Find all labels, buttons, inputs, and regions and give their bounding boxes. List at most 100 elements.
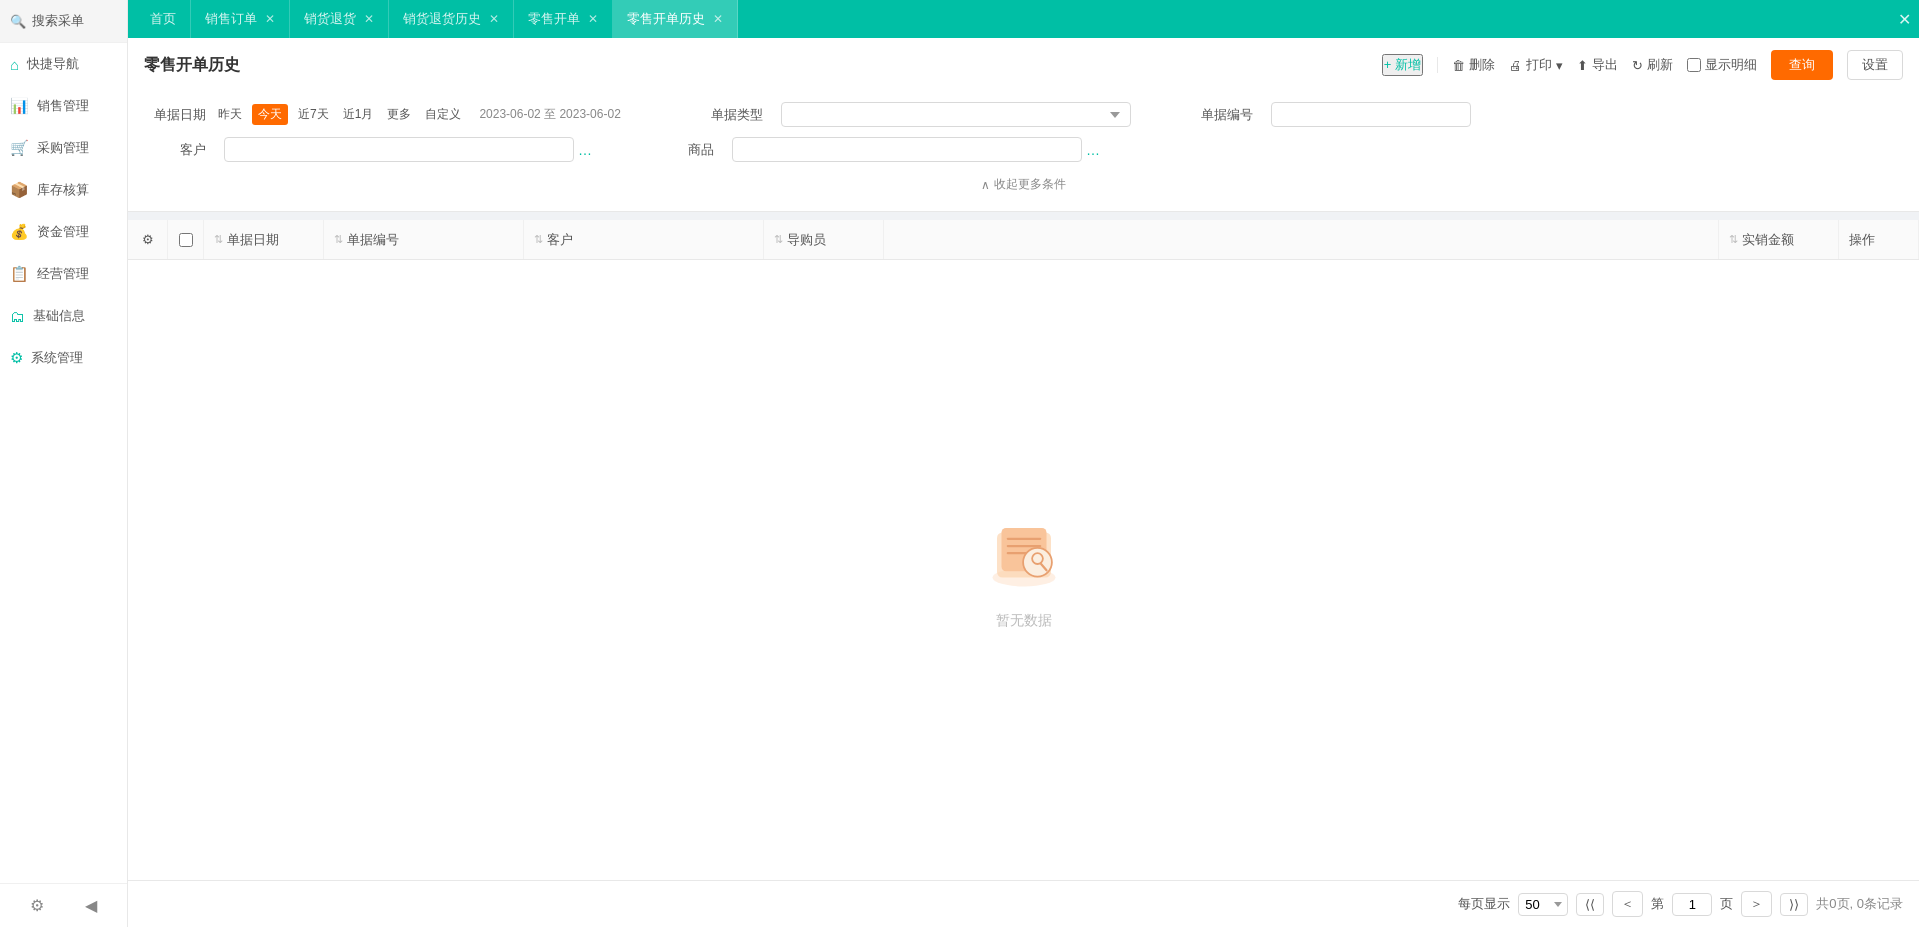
date-options: 昨天 今天 近7天 近1月 更多 自定义 2023-06-02 至 2023-0… (214, 104, 621, 125)
display-button-label: 显示明细 (1705, 56, 1757, 74)
delete-button-label: 删除 (1469, 56, 1495, 74)
tab-retail-history[interactable]: 零售开单历史 ✕ (613, 0, 738, 38)
page-title-row: 零售开单历史 + 新增 🗑 删除 🖨 打印 ▾ (144, 50, 1903, 80)
sidebar-bottom: ⚙ ◀ (0, 883, 127, 927)
th-checkbox[interactable] (168, 220, 204, 259)
sidebar-item-inventory-label: 库存核算 (37, 181, 89, 199)
type-select[interactable] (781, 102, 1131, 127)
no-input[interactable] (1271, 102, 1471, 127)
settings-col-icon: ⚙ (142, 232, 154, 247)
tab-retail-order-label: 零售开单 (528, 10, 580, 28)
no-label: 单据编号 (1191, 106, 1261, 124)
sidebar-search[interactable]: 🔍 搜索采单 (0, 0, 127, 43)
sidebar-item-inventory[interactable]: 📦 库存核算 (0, 169, 127, 211)
collapse-icon[interactable]: ◀ (85, 896, 97, 915)
sidebar-item-system[interactable]: ⚙ 系统管理 (0, 337, 127, 379)
select-all-checkbox[interactable] (179, 233, 193, 247)
collapse-bar[interactable]: ∧ 收起更多条件 (144, 172, 1903, 201)
sidebar-item-home[interactable]: ⌂ 快捷导航 (0, 43, 127, 85)
tab-home-label: 首页 (150, 10, 176, 28)
tab-return-close[interactable]: ✕ (364, 12, 374, 26)
th-date[interactable]: ⇅ 单据日期 (204, 220, 324, 259)
sales-icon: 📊 (10, 97, 29, 115)
empty-state: 暂无数据 (128, 260, 1919, 880)
date-option-more[interactable]: 更多 (383, 104, 415, 125)
sidebar-item-purchase[interactable]: 🛒 采购管理 (0, 127, 127, 169)
set-button-label: 设置 (1862, 57, 1888, 72)
date-option-custom[interactable]: 自定义 (421, 104, 465, 125)
filter-area: 单据日期 昨天 今天 近7天 近1月 更多 自定义 2023-06-02 至 2… (144, 92, 1903, 211)
date-option-1month[interactable]: 近1月 (339, 104, 378, 125)
tab-return-history-label: 销货退货历史 (403, 10, 481, 28)
inventory-icon: 📦 (10, 181, 29, 199)
sidebar-item-management-label: 经营管理 (37, 265, 89, 283)
sidebar-item-management[interactable]: 📋 经营管理 (0, 253, 127, 295)
customer-input[interactable] (224, 137, 574, 162)
display-checkbox[interactable] (1687, 58, 1701, 72)
last-page-button[interactable]: ⟩⟩ (1780, 893, 1808, 916)
sidebar-item-finance-label: 资金管理 (37, 223, 89, 241)
no-sort-icon: ⇅ (334, 233, 343, 246)
date-option-7days[interactable]: 近7天 (294, 104, 333, 125)
main-area: 首页 销售订单 ✕ 销货退货 ✕ 销货退货历史 ✕ 零售开单 ✕ 零售开单历史 … (128, 0, 1919, 927)
tab-retail-order-close[interactable]: ✕ (588, 12, 598, 26)
tab-retail-history-label: 零售开单历史 (627, 10, 705, 28)
goods-ellipsis[interactable]: … (1086, 142, 1100, 158)
th-date-label: 单据日期 (227, 231, 279, 249)
delete-icon: 🗑 (1452, 58, 1465, 73)
display-button[interactable]: 显示明细 (1687, 56, 1757, 74)
th-action: 操作 (1839, 220, 1919, 259)
guide-sort-icon: ⇅ (774, 233, 783, 246)
th-settings[interactable]: ⚙ (128, 220, 168, 259)
th-guide[interactable]: ⇅ 导购员 (764, 220, 884, 259)
tab-sales-order-close[interactable]: ✕ (265, 12, 275, 26)
date-option-today[interactable]: 今天 (252, 104, 288, 125)
sidebar-item-finance[interactable]: 💰 资金管理 (0, 211, 127, 253)
date-option-yesterday[interactable]: 昨天 (214, 104, 246, 125)
date-range-display: 2023-06-02 至 2023-06-02 (479, 106, 620, 123)
first-page-button[interactable]: ⟨⟨ (1576, 893, 1604, 916)
query-button[interactable]: 查询 (1771, 50, 1833, 80)
sidebar: 🔍 搜索采单 ⌂ 快捷导航 📊 销售管理 🛒 采购管理 📦 库存核算 💰 资金管… (0, 0, 128, 927)
goods-input[interactable] (732, 137, 1082, 162)
th-customer-label: 客户 (547, 231, 573, 249)
date-label: 单据日期 (144, 106, 214, 124)
prev-page-button[interactable]: ＜ (1612, 891, 1643, 917)
tab-return-history[interactable]: 销货退货历史 ✕ (389, 0, 514, 38)
toolbar: + 新增 🗑 删除 🖨 打印 ▾ ⬆ 导出 (1382, 50, 1903, 80)
filter-row-date: 单据日期 昨天 今天 近7天 近1月 更多 自定义 2023-06-02 至 2… (144, 102, 1903, 127)
empty-text: 暂无数据 (996, 612, 1052, 630)
per-page-select[interactable]: 50 10 20 100 (1518, 893, 1568, 916)
next-page-button[interactable]: ＞ (1741, 891, 1772, 917)
th-customer[interactable]: ⇅ 客户 (524, 220, 764, 259)
per-page-label: 每页显示 (1458, 895, 1510, 913)
finance-icon: 💰 (10, 223, 29, 241)
tab-return-history-close[interactable]: ✕ (489, 12, 499, 26)
sidebar-item-basic[interactable]: 🗂 基础信息 (0, 295, 127, 337)
sidebar-item-basic-label: 基础信息 (33, 307, 85, 325)
delete-button[interactable]: 🗑 删除 (1452, 56, 1495, 74)
print-button[interactable]: 🖨 打印 ▾ (1509, 56, 1563, 74)
page-input[interactable]: 1 (1672, 893, 1712, 916)
th-amount[interactable]: ⇅ 实销金额 (1719, 220, 1839, 259)
sidebar-item-sales[interactable]: 📊 销售管理 (0, 85, 127, 127)
tab-retail-order[interactable]: 零售开单 ✕ (514, 0, 613, 38)
export-button[interactable]: ⬆ 导出 (1577, 56, 1618, 74)
customer-ellipsis[interactable]: … (578, 142, 592, 158)
page-total: 共0页, 0条记录 (1816, 895, 1903, 913)
tab-home[interactable]: 首页 (136, 0, 191, 38)
refresh-button[interactable]: ↻ 刷新 (1632, 56, 1673, 74)
tab-bar: 首页 销售订单 ✕ 销货退货 ✕ 销货退货历史 ✕ 零售开单 ✕ 零售开单历史 … (128, 0, 1919, 38)
th-no[interactable]: ⇅ 单据编号 (324, 220, 524, 259)
type-label: 单据类型 (701, 106, 771, 124)
page-suffix: 页 (1720, 895, 1733, 913)
purchase-icon: 🛒 (10, 139, 29, 157)
add-button[interactable]: + 新增 (1382, 54, 1423, 76)
tab-sales-order[interactable]: 销售订单 ✕ (191, 0, 290, 38)
tab-return[interactable]: 销货退货 ✕ (290, 0, 389, 38)
collapse-label: 收起更多条件 (994, 176, 1066, 193)
set-button[interactable]: 设置 (1847, 50, 1903, 80)
settings-bottom-icon[interactable]: ⚙ (30, 896, 44, 915)
close-window-icon[interactable]: ✕ (1898, 10, 1911, 29)
tab-retail-history-close[interactable]: ✕ (713, 12, 723, 26)
